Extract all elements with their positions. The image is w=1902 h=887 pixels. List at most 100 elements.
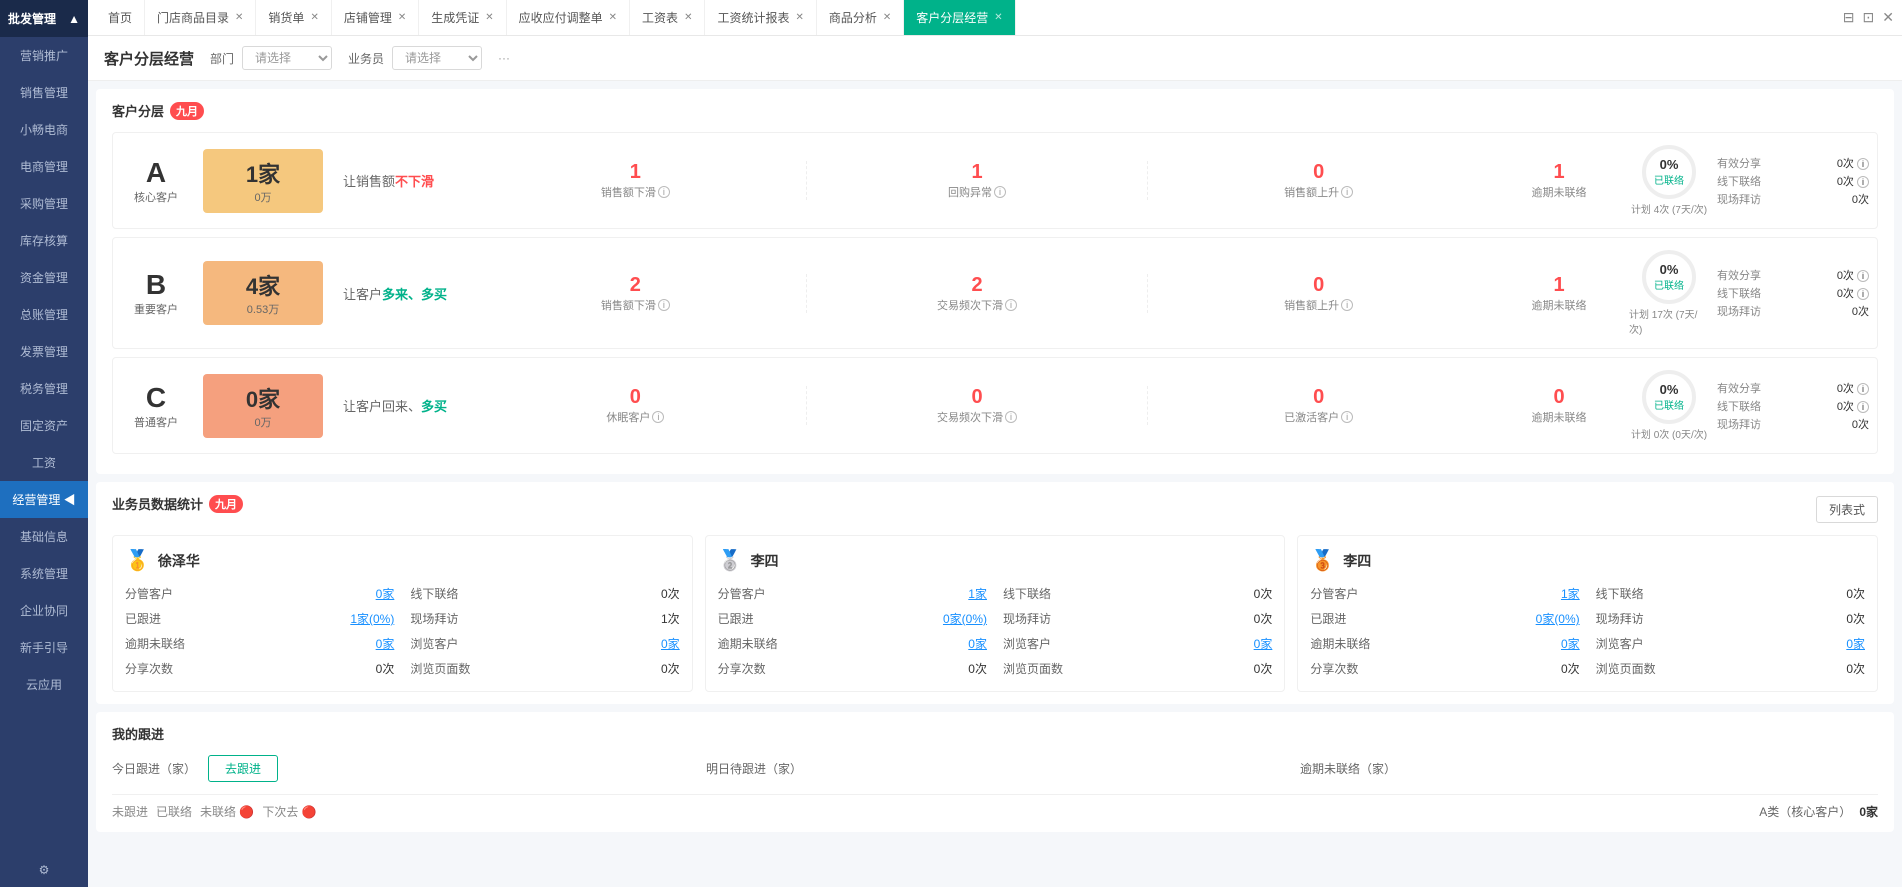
- staff-medal-xzh: 🥇: [125, 548, 150, 573]
- tier-letter-c: C: [121, 382, 191, 414]
- followup-footer-label-0: 未跟进: [112, 803, 148, 820]
- staff-stat-link[interactable]: 0家: [661, 635, 680, 652]
- info-icon[interactable]: i: [994, 186, 1006, 198]
- goto-followup-button[interactable]: 去跟进: [208, 755, 278, 782]
- tab-close-dianpu[interactable]: ✕: [398, 0, 406, 36]
- sidebar-item-jingying[interactable]: 经营管理 ◀: [0, 481, 88, 518]
- sidebar-collapse-icon[interactable]: ▲: [68, 12, 80, 26]
- staff-stat-link[interactable]: 0家: [1846, 635, 1865, 652]
- staff-stat-row: 分享次数 0次: [125, 658, 394, 679]
- staff-stat-link[interactable]: 0家: [968, 635, 987, 652]
- staff-stat-link[interactable]: 0家: [376, 585, 395, 602]
- sidebar-item-gudingzichan[interactable]: 固定资产: [0, 407, 88, 444]
- followup-top-bar: 今日跟进（家） 去跟进 明日待跟进（家） 逾期未联络（家）: [112, 755, 1878, 782]
- sidebar-item-kucun[interactable]: 库存核算: [0, 222, 88, 259]
- tier-label-a: A 核心客户: [121, 157, 191, 205]
- staff-stats-xzh: 分管客户 0家 线下联络 0次 已跟进 1家(0%) 现场拜访: [125, 583, 680, 679]
- tier-count-c: 0家 0万: [203, 374, 323, 438]
- staff-stat-row: 逾期未联络 0家: [718, 633, 987, 654]
- info-icon[interactable]: i: [1857, 158, 1869, 170]
- sidebar-item-dianshangguan[interactable]: 电商管理: [0, 148, 88, 185]
- tab-close-xiaohuo[interactable]: ✕: [310, 0, 318, 36]
- tab-yingshou[interactable]: 应收应付调整单 ✕: [507, 0, 630, 36]
- filter-dept-select[interactable]: 请选择: [242, 46, 332, 70]
- sidebar-item-yunyingyong[interactable]: 云应用: [0, 666, 88, 703]
- staff-stats-ls1: 分管客户 1家 线下联络 0次 已跟进 0家(0%) 现场拜访: [718, 583, 1273, 679]
- info-icon[interactable]: i: [1857, 270, 1869, 282]
- tab-shangpin[interactable]: 商品分析 ✕: [817, 0, 904, 36]
- tier-contact-a: 1 逾期未联络: [1489, 161, 1629, 200]
- sidebar-item-xitong[interactable]: 系统管理: [0, 555, 88, 592]
- sidebar-settings[interactable]: ⚙: [0, 853, 88, 887]
- staff-stat-link[interactable]: 0家(0%): [943, 610, 987, 627]
- sidebar-item-zongzhang[interactable]: 总账管理: [0, 296, 88, 333]
- staff-stat-row: 分管客户 0家: [125, 583, 394, 604]
- info-icon[interactable]: i: [658, 299, 670, 311]
- sidebar-item-zijin[interactable]: 资金管理: [0, 259, 88, 296]
- staff-stat-link[interactable]: 1家(0%): [350, 610, 394, 627]
- tab-dianpu[interactable]: 店铺管理 ✕: [332, 0, 419, 36]
- info-icon[interactable]: i: [1857, 383, 1869, 395]
- followup-overdue-label: 逾期未联络（家）: [1300, 760, 1878, 777]
- staff-stat-link[interactable]: 0家: [1561, 635, 1580, 652]
- staff-title: 业务员数据统计 九月: [112, 494, 243, 513]
- sidebar-item-gongzi[interactable]: 工资: [0, 444, 88, 481]
- filter-staff-select[interactable]: 请选择: [392, 46, 482, 70]
- sidebar-item-xiaodian[interactable]: 小畅电商: [0, 111, 88, 148]
- info-icon[interactable]: i: [1005, 299, 1017, 311]
- tab-close-kehu[interactable]: ✕: [994, 0, 1002, 36]
- sidebar-item-qiye[interactable]: 企业协同: [0, 592, 88, 629]
- info-icon[interactable]: i: [1857, 401, 1869, 413]
- tab-window-close-icon[interactable]: ✕: [1882, 9, 1894, 26]
- staff-stat-row: 现场拜访 0次: [1596, 608, 1865, 629]
- tier-stat-a-1: 1 回购异常 i: [807, 161, 1149, 200]
- tab-window-min-icon[interactable]: ⊟: [1843, 9, 1855, 26]
- tab-close-gonzitongji[interactable]: ✕: [795, 0, 803, 36]
- sidebar-item-fapiao[interactable]: 发票管理: [0, 333, 88, 370]
- info-icon[interactable]: i: [1857, 176, 1869, 188]
- filter-more-icon[interactable]: ···: [498, 51, 510, 65]
- tab-mendian[interactable]: 门店商品目录 ✕: [145, 0, 256, 36]
- tab-gonzitongji[interactable]: 工资统计报表 ✕: [705, 0, 816, 36]
- tab-close-yingshou[interactable]: ✕: [609, 0, 617, 36]
- sidebar-item-yingxiao[interactable]: 营销推广: [0, 37, 88, 74]
- circle-outer-b: 0% 已联络: [1642, 250, 1696, 304]
- staff-stat-link[interactable]: 0家: [376, 635, 395, 652]
- staff-stat-row: 分享次数 0次: [718, 658, 987, 679]
- staff-month-badge: 九月: [209, 495, 243, 513]
- staff-stat-link[interactable]: 1家: [1561, 585, 1580, 602]
- filter-dept-group: 部门 请选择: [210, 46, 332, 70]
- tab-xiaohuo[interactable]: 销货单 ✕: [256, 0, 331, 36]
- tab-home[interactable]: 首页: [96, 0, 145, 36]
- sidebar-item-caigou[interactable]: 采购管理: [0, 185, 88, 222]
- staff-stat-link[interactable]: 1家: [968, 585, 987, 602]
- info-icon[interactable]: i: [1341, 411, 1353, 423]
- tab-close-mendian[interactable]: ✕: [235, 0, 243, 36]
- tab-close-shengcheng[interactable]: ✕: [485, 0, 493, 36]
- staff-stat-link[interactable]: 0家: [1254, 635, 1273, 652]
- sidebar-item-jichu[interactable]: 基础信息: [0, 518, 88, 555]
- tab-gongzibiao[interactable]: 工资表 ✕: [630, 0, 705, 36]
- info-icon[interactable]: i: [1341, 299, 1353, 311]
- tier-count-a: 1家 0万: [203, 149, 323, 213]
- filter-staff-group: 业务员 请选择: [348, 46, 482, 70]
- list-view-button[interactable]: 列表式: [1816, 496, 1878, 523]
- info-icon[interactable]: i: [1857, 288, 1869, 300]
- info-icon[interactable]: i: [1341, 186, 1353, 198]
- info-icon[interactable]: i: [1005, 411, 1017, 423]
- tier-label-c: C 普通客户: [121, 382, 191, 430]
- sidebar-item-xinshou[interactable]: 新手引导: [0, 629, 88, 666]
- tab-bar: 首页 门店商品目录 ✕ 销货单 ✕ 店铺管理 ✕ 生成凭证 ✕ 应收应付调整单 …: [88, 0, 1902, 36]
- followup-tomorrow-label: 明日待跟进（家）: [706, 760, 1284, 777]
- tab-close-shangpin[interactable]: ✕: [883, 0, 891, 36]
- staff-stat-link[interactable]: 0家(0%): [1536, 610, 1580, 627]
- sidebar-item-shuiwu[interactable]: 税务管理: [0, 370, 88, 407]
- info-icon[interactable]: i: [658, 186, 670, 198]
- sidebar-item-xiaoshou[interactable]: 销售管理: [0, 74, 88, 111]
- tab-window-max-icon[interactable]: ⊡: [1863, 9, 1875, 26]
- tab-shengcheng[interactable]: 生成凭证 ✕: [419, 0, 506, 36]
- staff-stats-section: 业务员数据统计 九月 列表式 🥇 徐泽华 分管客户 0家: [96, 482, 1894, 704]
- info-icon[interactable]: i: [652, 411, 664, 423]
- tab-kehu[interactable]: 客户分层经营 ✕: [904, 0, 1015, 36]
- tab-close-gongzibiao[interactable]: ✕: [684, 0, 692, 36]
